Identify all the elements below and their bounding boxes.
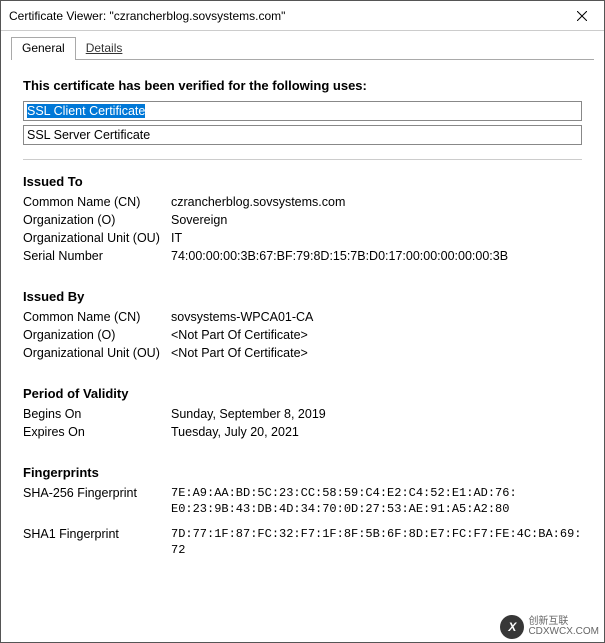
issued-to-o-row: Organization (O) Sovereign xyxy=(23,213,582,227)
validity-heading: Period of Validity xyxy=(23,386,582,401)
issued-to-ou-label: Organizational Unit (OU) xyxy=(23,231,171,245)
issued-by-ou-value: <Not Part Of Certificate> xyxy=(171,346,582,360)
separator xyxy=(23,159,582,160)
issued-by-o-label: Organization (O) xyxy=(23,328,171,342)
issued-by-cn-value: sovsystems-WPCA01-CA xyxy=(171,310,582,324)
issued-by-o-value: <Not Part Of Certificate> xyxy=(171,328,582,342)
use-ssl-server[interactable]: SSL Server Certificate xyxy=(23,125,582,145)
issued-by-o-row: Organization (O) <Not Part Of Certificat… xyxy=(23,328,582,342)
close-icon xyxy=(577,11,587,21)
issued-by-cn-row: Common Name (CN) sovsystems-WPCA01-CA xyxy=(23,310,582,324)
issued-to-cn-value: czrancherblog.sovsystems.com xyxy=(171,195,582,209)
issued-by-heading: Issued By xyxy=(23,289,582,304)
sha256-label: SHA-256 Fingerprint xyxy=(23,486,171,517)
sha1-label: SHA1 Fingerprint xyxy=(23,527,171,558)
validity-begins-value: Sunday, September 8, 2019 xyxy=(171,407,582,421)
sha1-row: SHA1 Fingerprint 7D:77:1F:87:FC:32:F7:1F… xyxy=(23,527,582,558)
use-ssl-server-label: SSL Server Certificate xyxy=(27,128,150,142)
sha256-row: SHA-256 Fingerprint 7E:A9:AA:BD:5C:23:CC… xyxy=(23,486,582,517)
watermark-line2: CDXWCX.COM xyxy=(528,627,599,637)
issued-to-cn-label: Common Name (CN) xyxy=(23,195,171,209)
issued-by-ou-row: Organizational Unit (OU) <Not Part Of Ce… xyxy=(23,346,582,360)
issued-to-o-value: Sovereign xyxy=(171,213,582,227)
issued-to-cn-row: Common Name (CN) czrancherblog.sovsystem… xyxy=(23,195,582,209)
validity-begins-label: Begins On xyxy=(23,407,171,421)
verify-heading: This certificate has been verified for t… xyxy=(23,78,582,93)
sha256-value: 7E:A9:AA:BD:5C:23:CC:58:59:C4:E2:C4:52:E… xyxy=(171,486,582,517)
tab-details[interactable]: Details xyxy=(76,37,133,59)
use-ssl-client-label: SSL Client Certificate xyxy=(27,104,145,118)
fingerprints-heading: Fingerprints xyxy=(23,465,582,480)
tab-bar: General Details xyxy=(1,31,604,59)
issued-to-serial-label: Serial Number xyxy=(23,249,171,263)
issued-by-ou-label: Organizational Unit (OU) xyxy=(23,346,171,360)
sha256-line1: 7E:A9:AA:BD:5C:23:CC:58:59:C4:E2:C4:52:E… xyxy=(171,486,582,502)
issued-to-heading: Issued To xyxy=(23,174,582,189)
validity-begins-row: Begins On Sunday, September 8, 2019 xyxy=(23,407,582,421)
issued-by-cn-label: Common Name (CN) xyxy=(23,310,171,324)
tab-general[interactable]: General xyxy=(11,37,76,60)
tab-content-general: This certificate has been verified for t… xyxy=(1,60,604,642)
close-button[interactable] xyxy=(559,1,604,30)
watermark-text-block: 创新互联 CDXWCX.COM xyxy=(528,617,599,637)
use-ssl-client[interactable]: SSL Client Certificate xyxy=(23,101,582,121)
titlebar: Certificate Viewer: "czrancherblog.sovsy… xyxy=(1,1,604,31)
window-title: Certificate Viewer: "czrancherblog.sovsy… xyxy=(9,9,559,23)
issued-to-serial-value: 74:00:00:00:3B:67:BF:79:8D:15:7B:D0:17:0… xyxy=(171,249,582,263)
validity-expires-label: Expires On xyxy=(23,425,171,439)
watermark: X 创新互联 CDXWCX.COM xyxy=(500,615,599,639)
issued-to-serial-row: Serial Number 74:00:00:00:3B:67:BF:79:8D… xyxy=(23,249,582,263)
sha1-value: 7D:77:1F:87:FC:32:F7:1F:8F:5B:6F:8D:E7:F… xyxy=(171,527,582,558)
sha256-line2: E0:23:9B:43:DB:4D:34:70:0D:27:53:AE:91:A… xyxy=(171,502,582,518)
issued-to-ou-value: IT xyxy=(171,231,582,245)
watermark-logo: X xyxy=(500,615,524,639)
validity-expires-row: Expires On Tuesday, July 20, 2021 xyxy=(23,425,582,439)
certificate-viewer-window: Certificate Viewer: "czrancherblog.sovsy… xyxy=(0,0,605,643)
validity-expires-value: Tuesday, July 20, 2021 xyxy=(171,425,582,439)
issued-to-o-label: Organization (O) xyxy=(23,213,171,227)
issued-to-ou-row: Organizational Unit (OU) IT xyxy=(23,231,582,245)
